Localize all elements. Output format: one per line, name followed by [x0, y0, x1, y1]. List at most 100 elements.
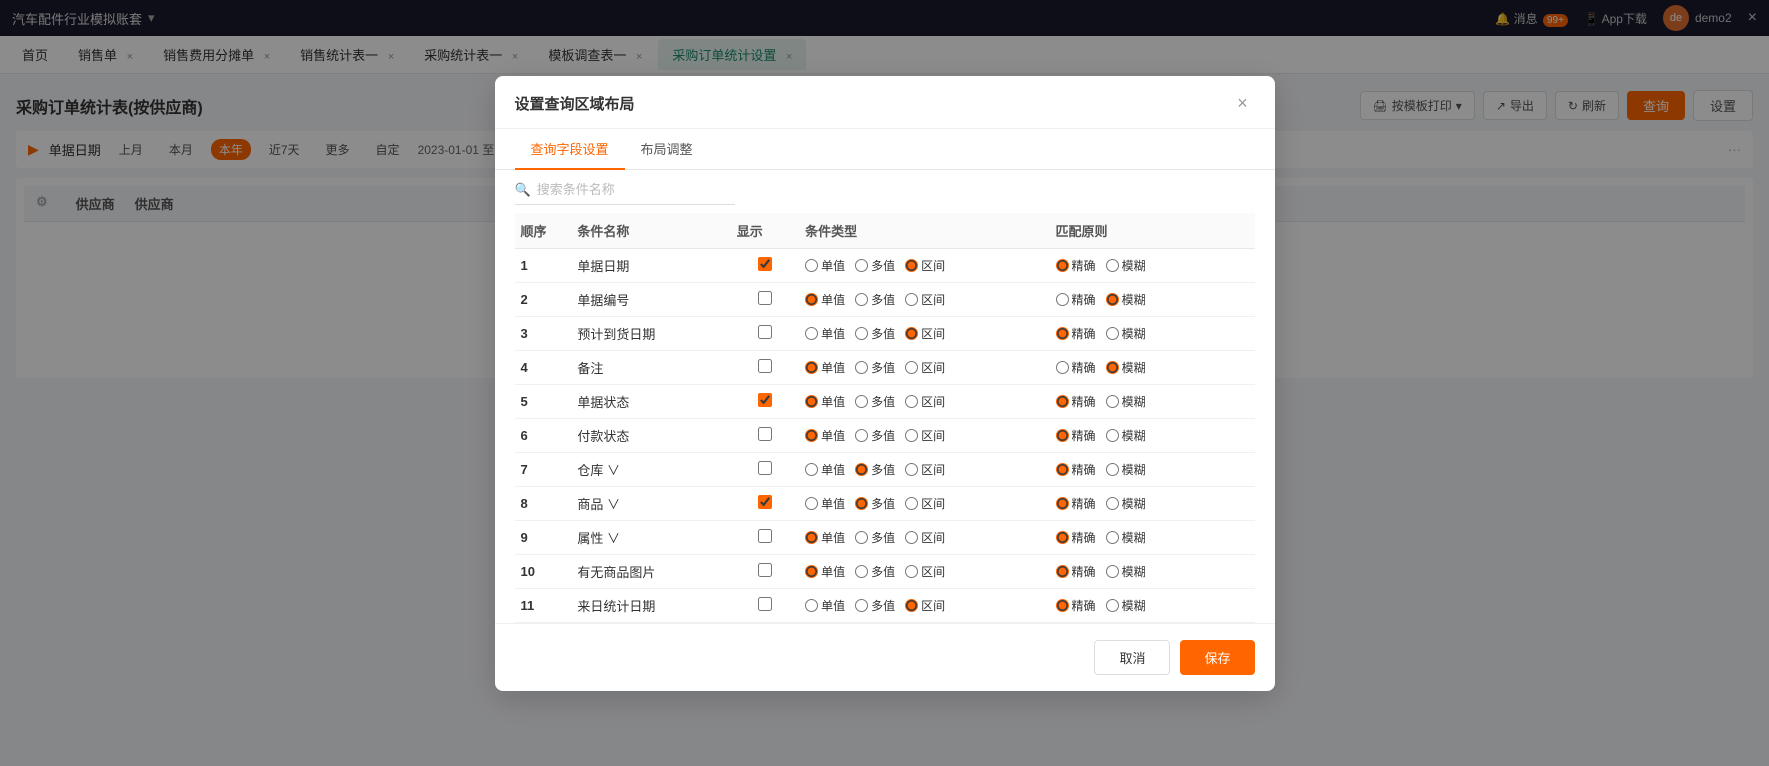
row-match-option-精确-7[interactable]: 精确 [1056, 495, 1096, 512]
row-match-option-模糊-4[interactable]: 模糊 [1106, 393, 1146, 410]
row-match-option-模糊-3[interactable]: 模糊 [1106, 359, 1146, 376]
row-match-option-精确-8[interactable]: 精确 [1056, 529, 1096, 546]
row-type-option-单值-8[interactable]: 单值 [805, 529, 845, 546]
row-type-radio-多值-7[interactable] [855, 497, 868, 510]
row-type-radio-单值-2[interactable] [805, 327, 818, 340]
row-type-option-多值-3[interactable]: 多值 [855, 359, 895, 376]
dialog-close-button[interactable]: × [1231, 92, 1255, 116]
row-match-option-精确-5[interactable]: 精确 [1056, 427, 1096, 444]
row-type-option-区间-1[interactable]: 区间 [905, 291, 945, 308]
row-type-option-多值-1[interactable]: 多值 [855, 291, 895, 308]
row-type-radio-多值-3[interactable] [855, 361, 868, 374]
row-match-radio-精确-4[interactable] [1056, 395, 1069, 408]
row-type-option-单值-4[interactable]: 单值 [805, 393, 845, 410]
row-match-option-精确-9[interactable]: 精确 [1056, 563, 1096, 580]
row-type-option-多值-6[interactable]: 多值 [855, 461, 895, 478]
row-match-option-模糊-10[interactable]: 模糊 [1106, 597, 1146, 614]
row-type-option-区间-2[interactable]: 区间 [905, 325, 945, 342]
row-type-option-单值-3[interactable]: 单值 [805, 359, 845, 376]
row-type-option-多值-9[interactable]: 多值 [855, 563, 895, 580]
row-type-option-单值-6[interactable]: 单值 [805, 461, 845, 478]
row-match-option-精确-10[interactable]: 精确 [1056, 597, 1096, 614]
row-type-radio-区间-1[interactable] [905, 293, 918, 306]
search-input[interactable] [537, 182, 735, 197]
row-match-radio-精确-3[interactable] [1056, 361, 1069, 374]
row-display-checkbox-0[interactable] [758, 257, 772, 271]
row-match-radio-模糊-4[interactable] [1106, 395, 1119, 408]
row-display-checkbox-2[interactable] [758, 325, 772, 339]
row-type-radio-单值-3[interactable] [805, 361, 818, 374]
row-display-checkbox-4[interactable] [758, 393, 772, 407]
row-type-radio-多值-6[interactable] [855, 463, 868, 476]
row-type-radio-多值-9[interactable] [855, 565, 868, 578]
row-match-radio-精确-7[interactable] [1056, 497, 1069, 510]
row-type-option-多值-10[interactable]: 多值 [855, 597, 895, 614]
row-match-option-模糊-7[interactable]: 模糊 [1106, 495, 1146, 512]
row-type-radio-单值-5[interactable] [805, 429, 818, 442]
row-match-option-精确-4[interactable]: 精确 [1056, 393, 1096, 410]
row-match-option-精确-3[interactable]: 精确 [1056, 359, 1096, 376]
row-match-radio-模糊-1[interactable] [1106, 293, 1119, 306]
row-type-option-单值-1[interactable]: 单值 [805, 291, 845, 308]
row-display-checkbox-3[interactable] [758, 359, 772, 373]
row-type-option-多值-8[interactable]: 多值 [855, 529, 895, 546]
row-type-radio-多值-1[interactable] [855, 293, 868, 306]
row-type-option-区间-5[interactable]: 区间 [905, 427, 945, 444]
row-type-option-单值-2[interactable]: 单值 [805, 325, 845, 342]
row-type-radio-单值-9[interactable] [805, 565, 818, 578]
row-match-radio-模糊-3[interactable] [1106, 361, 1119, 374]
row-match-radio-精确-2[interactable] [1056, 327, 1069, 340]
row-type-radio-区间-4[interactable] [905, 395, 918, 408]
row-type-radio-区间-0[interactable] [905, 259, 918, 272]
row-match-option-模糊-0[interactable]: 模糊 [1106, 257, 1146, 274]
row-type-radio-区间-7[interactable] [905, 497, 918, 510]
row-match-radio-精确-9[interactable] [1056, 565, 1069, 578]
row-match-radio-精确-1[interactable] [1056, 293, 1069, 306]
row-display-checkbox-7[interactable] [758, 495, 772, 509]
row-match-option-模糊-9[interactable]: 模糊 [1106, 563, 1146, 580]
tab-layout-adjust[interactable]: 布局调整 [625, 129, 709, 170]
row-match-option-精确-6[interactable]: 精确 [1056, 461, 1096, 478]
row-type-radio-多值-8[interactable] [855, 531, 868, 544]
row-match-radio-精确-10[interactable] [1056, 599, 1069, 612]
row-type-option-单值-9[interactable]: 单值 [805, 563, 845, 580]
row-type-radio-区间-9[interactable] [905, 565, 918, 578]
row-match-option-精确-1[interactable]: 精确 [1056, 291, 1096, 308]
row-type-radio-多值-5[interactable] [855, 429, 868, 442]
row-display-checkbox-1[interactable] [758, 291, 772, 305]
row-match-radio-精确-0[interactable] [1056, 259, 1069, 272]
row-match-option-模糊-8[interactable]: 模糊 [1106, 529, 1146, 546]
row-match-option-模糊-5[interactable]: 模糊 [1106, 427, 1146, 444]
row-type-option-单值-0[interactable]: 单值 [805, 257, 845, 274]
row-type-radio-区间-6[interactable] [905, 463, 918, 476]
row-match-radio-模糊-10[interactable] [1106, 599, 1119, 612]
row-type-option-区间-9[interactable]: 区间 [905, 563, 945, 580]
row-match-radio-模糊-7[interactable] [1106, 497, 1119, 510]
row-match-option-模糊-2[interactable]: 模糊 [1106, 325, 1146, 342]
row-match-radio-模糊-0[interactable] [1106, 259, 1119, 272]
row-type-option-区间-3[interactable]: 区间 [905, 359, 945, 376]
row-match-option-模糊-6[interactable]: 模糊 [1106, 461, 1146, 478]
row-type-radio-单值-7[interactable] [805, 497, 818, 510]
row-match-option-模糊-1[interactable]: 模糊 [1106, 291, 1146, 308]
row-type-radio-单值-8[interactable] [805, 531, 818, 544]
row-type-option-区间-0[interactable]: 区间 [905, 257, 945, 274]
row-type-radio-区间-8[interactable] [905, 531, 918, 544]
row-match-radio-精确-8[interactable] [1056, 531, 1069, 544]
row-type-radio-多值-0[interactable] [855, 259, 868, 272]
row-type-radio-多值-10[interactable] [855, 599, 868, 612]
row-type-option-多值-7[interactable]: 多值 [855, 495, 895, 512]
row-type-radio-单值-6[interactable] [805, 463, 818, 476]
row-type-radio-单值-10[interactable] [805, 599, 818, 612]
row-match-radio-模糊-9[interactable] [1106, 565, 1119, 578]
row-type-radio-多值-2[interactable] [855, 327, 868, 340]
row-match-radio-模糊-5[interactable] [1106, 429, 1119, 442]
row-display-checkbox-5[interactable] [758, 427, 772, 441]
save-button[interactable]: 保存 [1180, 640, 1254, 675]
tab-field-settings[interactable]: 查询字段设置 [515, 129, 625, 170]
row-type-radio-多值-4[interactable] [855, 395, 868, 408]
row-type-option-区间-8[interactable]: 区间 [905, 529, 945, 546]
row-display-checkbox-8[interactable] [758, 529, 772, 543]
row-type-option-区间-4[interactable]: 区间 [905, 393, 945, 410]
row-match-radio-模糊-8[interactable] [1106, 531, 1119, 544]
